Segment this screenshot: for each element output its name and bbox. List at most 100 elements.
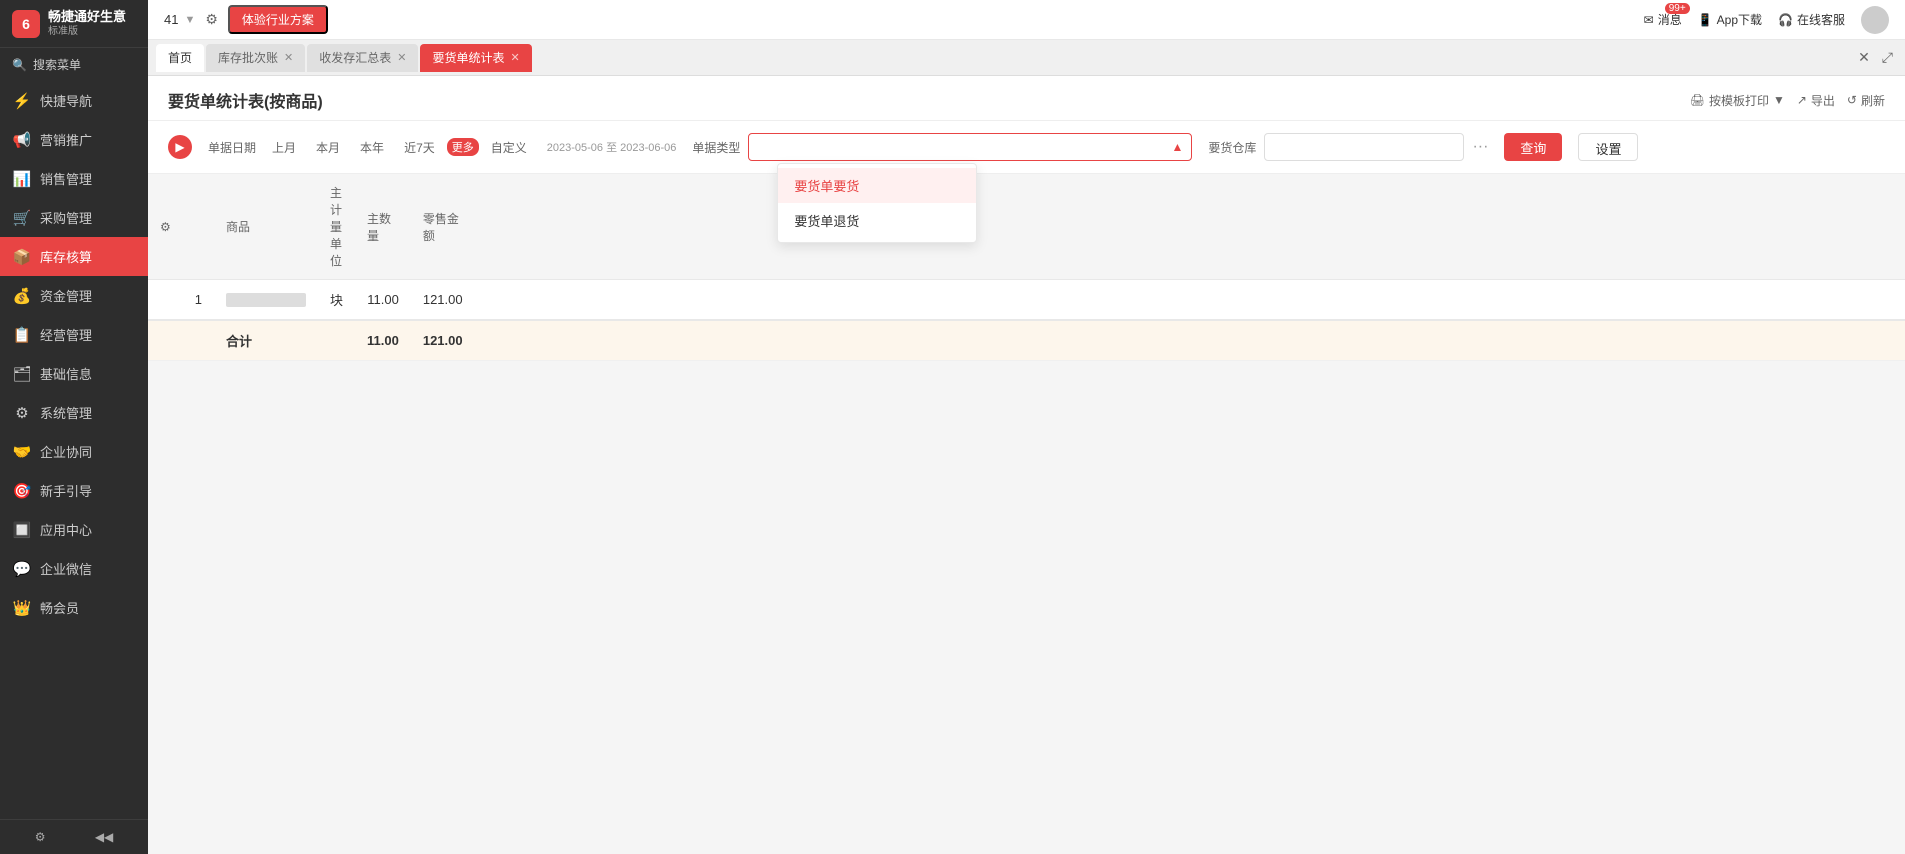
- tab-close-requisition-stat[interactable]: ✕: [511, 51, 520, 64]
- page-content: 要货单统计表(按商品) 🖨 按模板打印 ▼ ↗ 导出 ↺ 刷新 ▶: [148, 76, 1905, 854]
- filter-toggle-button[interactable]: ▶: [168, 135, 192, 159]
- last-7-days-btn[interactable]: 近7天: [396, 137, 443, 158]
- nav-icon-member: 👑: [12, 599, 32, 617]
- sidebar-item-basic[interactable]: 🗂基础信息: [0, 354, 148, 393]
- type-select-chevron: ▲: [1172, 140, 1184, 154]
- sidebar-item-quick-nav[interactable]: ⚡快捷导航: [0, 81, 148, 120]
- type-select[interactable]: ▲: [748, 133, 1192, 161]
- nav-label-enterprise: 企业协同: [40, 442, 92, 461]
- dropdown-option-return[interactable]: 要货单退货: [778, 203, 976, 238]
- refresh-button[interactable]: ↺ 刷新: [1847, 92, 1885, 109]
- message-icon: ✉: [1644, 13, 1654, 27]
- type-filter-wrapper: 单据类型 ▲ 要货单要货 要货单退货: [692, 133, 1192, 161]
- dropdown-option-order[interactable]: 要货单要货: [778, 168, 976, 203]
- col-index-header: [183, 174, 214, 280]
- sidebar-item-newbie[interactable]: 🎯新手引导: [0, 471, 148, 510]
- messages-button[interactable]: ✉ 消息 99+: [1644, 11, 1682, 28]
- export-button[interactable]: ↗ 导出: [1797, 92, 1835, 109]
- service-icon: 🎧: [1778, 13, 1793, 27]
- collapse-icon[interactable]: ◀◀: [95, 830, 113, 844]
- col-product-header: 商品: [214, 174, 318, 280]
- this-year-btn[interactable]: 本年: [352, 137, 392, 158]
- nav-icon-wechat: 💬: [12, 560, 32, 578]
- nav-label-basic: 基础信息: [40, 364, 92, 383]
- row-settings[interactable]: [148, 280, 183, 321]
- app-version: 标准版: [48, 25, 126, 38]
- nav-label-system: 系统管理: [40, 403, 92, 422]
- tab-inventory-batch[interactable]: 库存批次账✕: [206, 44, 305, 72]
- more-dates-badge[interactable]: 更多: [447, 138, 479, 156]
- sidebar-bottom: ⚙ ◀◀: [0, 819, 148, 854]
- sidebar-item-wechat[interactable]: 💬企业微信: [0, 549, 148, 588]
- total-quantity: 11.00: [355, 320, 411, 361]
- sidebar: 6 畅捷通好生意 标准版 🔍 搜索菜单 ⚡快捷导航📢营销推广📊销售管理🛒采购管理…: [0, 0, 148, 854]
- nav-icon-marketing: 📢: [12, 131, 32, 149]
- sidebar-item-purchase[interactable]: 🛒 采购管理: [0, 198, 148, 237]
- header-right: ✉ 消息 99+ 📱 App下载 🎧 在线客服: [1644, 6, 1889, 34]
- last-month-btn[interactable]: 上月: [264, 137, 304, 158]
- table-container: ⚙ 商品 主计量单位 主数量 零售金额 1 块 11.00 121.00: [148, 174, 1905, 361]
- nav-icon-inventory: 📦: [12, 248, 32, 266]
- filter-more-button[interactable]: ···: [1472, 138, 1488, 156]
- settings-button[interactable]: 设置: [1578, 133, 1638, 161]
- store-selector[interactable]: 41 ▼: [164, 12, 195, 27]
- nav-icon-purchase: 🛒: [12, 209, 32, 227]
- tab-collect-dispatch[interactable]: 收发存汇总表✕: [307, 44, 418, 72]
- chevron-down-icon: ▼: [184, 14, 195, 26]
- message-count-badge: 99+: [1665, 3, 1690, 14]
- nav-icon-operations: 📋: [12, 326, 32, 344]
- sidebar-item-member[interactable]: 👑畅会员: [0, 588, 148, 627]
- custom-date-btn[interactable]: 自定义: [483, 137, 535, 158]
- total-label: 合计: [214, 320, 318, 361]
- sidebar-item-system[interactable]: ⚙ 系统管理: [0, 393, 148, 432]
- this-month-btn[interactable]: 本月: [308, 137, 348, 158]
- warehouse-select[interactable]: [1264, 133, 1464, 161]
- col-quantity-header: 主数量: [355, 174, 411, 280]
- nav-label-sales: 销售管理: [40, 169, 92, 188]
- maximize-window-btn[interactable]: ⤢: [1878, 47, 1897, 68]
- refresh-icon: ↺: [1847, 93, 1857, 107]
- tab-label-home: 首页: [168, 49, 192, 66]
- sidebar-item-enterprise[interactable]: 🤝 企业协同: [0, 432, 148, 471]
- nav-icon-system: ⚙: [12, 404, 32, 422]
- row-amount: 121.00: [411, 280, 475, 321]
- sidebar-item-sales[interactable]: 📊销售管理: [0, 159, 148, 198]
- date-filter-group: 单据日期 上月 本月 本年 近7天 更多 自定义 2023-05-06 至 20…: [208, 137, 676, 158]
- nav-label-operations: 经营管理: [40, 325, 92, 344]
- col-unit-header: 主计量单位: [318, 174, 355, 280]
- total-row: 合计 11.00 121.00: [148, 320, 1905, 361]
- print-template-button[interactable]: 🖨 按模板打印 ▼: [1690, 92, 1785, 109]
- online-service-button[interactable]: 🎧 在线客服: [1778, 11, 1845, 28]
- sidebar-item-inventory[interactable]: 📦库存核算: [0, 237, 148, 276]
- sidebar-item-appstore[interactable]: 🔲应用中心: [0, 510, 148, 549]
- download-icon: 📱: [1698, 13, 1713, 27]
- app-download-button[interactable]: 📱 App下载: [1698, 11, 1762, 28]
- export-icon: ↗: [1797, 93, 1807, 107]
- query-button[interactable]: 查询: [1504, 133, 1562, 161]
- col-amount-header: 零售金额: [411, 174, 475, 280]
- table-row: 1 块 11.00 121.00: [148, 280, 1905, 321]
- search-icon: 🔍: [12, 58, 27, 72]
- col-settings-header[interactable]: ⚙: [148, 174, 183, 280]
- tab-close-inventory-batch[interactable]: ✕: [284, 51, 293, 64]
- tab-requisition-stat[interactable]: 要货单统计表✕: [420, 44, 531, 72]
- chevron-down-icon: ▼: [1773, 93, 1785, 107]
- nav-label-quick-nav: 快捷导航: [40, 91, 92, 110]
- sidebar-item-marketing[interactable]: 📢 营销推广: [0, 120, 148, 159]
- tab-home[interactable]: 首页: [156, 44, 204, 72]
- close-window-btn[interactable]: ✕: [1854, 47, 1874, 68]
- gear-icon[interactable]: ⚙: [205, 11, 218, 28]
- warehouse-filter-label: 要货仓库: [1208, 139, 1256, 156]
- date-buttons: 上月 本月 本年 近7天 更多 自定义: [264, 137, 535, 158]
- sidebar-search[interactable]: 🔍 搜索菜单: [0, 48, 148, 81]
- sidebar-item-finance[interactable]: 💰资金管理: [0, 276, 148, 315]
- nav-label-purchase: 采购管理: [40, 208, 92, 227]
- tab-close-collect-dispatch[interactable]: ✕: [397, 51, 406, 64]
- sidebar-item-operations[interactable]: 📋 经营管理: [0, 315, 148, 354]
- app-logo-icon: 6: [12, 10, 40, 38]
- user-avatar[interactable]: [1861, 6, 1889, 34]
- promo-button[interactable]: 体验行业方案: [228, 5, 328, 34]
- settings-icon[interactable]: ⚙: [35, 830, 46, 844]
- nav-label-marketing: 营销推广: [40, 130, 92, 149]
- nav-icon-enterprise: 🤝: [12, 443, 32, 461]
